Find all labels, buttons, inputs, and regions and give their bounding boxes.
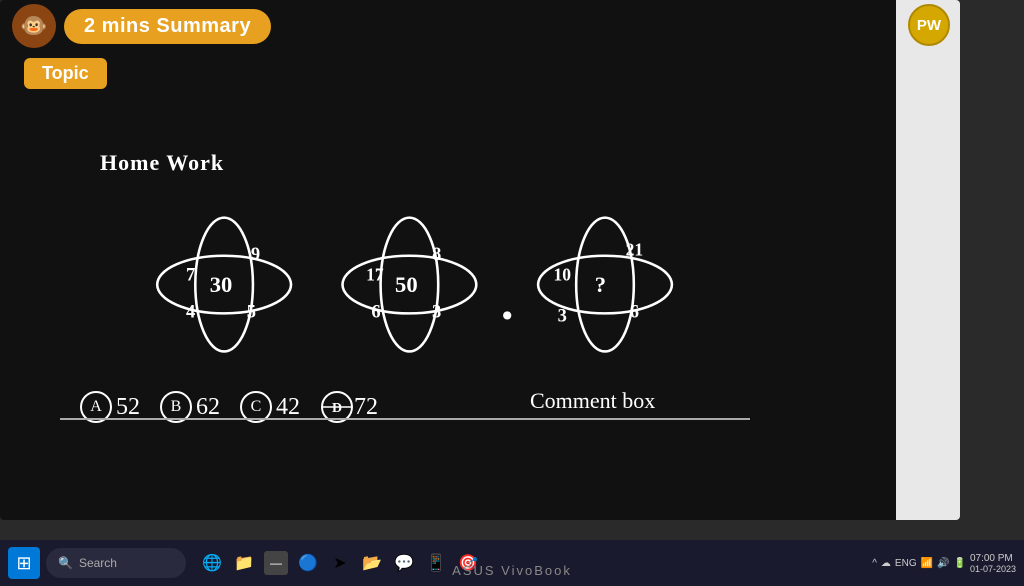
- svg-text:9: 9: [251, 244, 260, 265]
- taskbar-pinned-icons: 🌐 📁 — 🔵 ➤ 📂 💬 📱 🎯: [200, 551, 480, 575]
- svg-text:50: 50: [395, 272, 418, 297]
- svg-text:10: 10: [554, 264, 572, 284]
- taskbar-icon-files[interactable]: 📂: [360, 551, 384, 575]
- tray-lang: ENG: [895, 558, 917, 569]
- laptop-brand: ASUS VivoBook: [452, 563, 572, 578]
- svg-text:17: 17: [366, 264, 384, 284]
- svg-text:?: ?: [595, 272, 606, 297]
- taskbar-icon-folder[interactable]: 📁: [232, 551, 256, 575]
- tray-battery: 🔋: [954, 558, 966, 569]
- svg-text:D: D: [332, 401, 342, 416]
- taskbar-search[interactable]: 🔍 Search: [46, 548, 186, 578]
- taskbar-icon-edge[interactable]: 🌐: [200, 551, 224, 575]
- laptop-shell: 🐵 2 mins Summary PW Topic Home Work 7: [0, 0, 1024, 586]
- tray-chevron[interactable]: ^: [872, 558, 877, 569]
- comment-box-label: Comment box: [530, 388, 655, 414]
- taskbar-icon-arrow[interactable]: ➤: [328, 551, 352, 575]
- content-area: Home Work 7 9 30 4 5: [0, 90, 960, 520]
- answer-c-value: 42: [276, 394, 300, 421]
- tray-volume: 🔊: [937, 558, 949, 569]
- start-button[interactable]: ⊞: [8, 547, 40, 579]
- avatar: 🐵: [12, 4, 56, 48]
- bottom-line-1: [60, 418, 610, 420]
- clock: 07:00 PM 01-07-2023: [970, 553, 1016, 574]
- tray-area: ^ ☁ ENG 📶 🔊 🔋 07:00 PM 01-07-2023: [872, 553, 1016, 574]
- time: 07:00 PM: [970, 553, 1016, 564]
- bottom-line-2: [530, 418, 750, 420]
- screen: 🐵 2 mins Summary PW Topic Home Work 7: [0, 0, 960, 520]
- topic-badge[interactable]: Topic: [24, 58, 107, 89]
- date: 01-07-2023: [970, 564, 1016, 574]
- search-label: Search: [79, 556, 117, 570]
- tray-cloud: ☁: [881, 558, 891, 569]
- answer-d-value: 72: [354, 394, 378, 421]
- pw-logo: PW: [908, 4, 950, 46]
- svg-text:5: 5: [247, 302, 256, 323]
- svg-text:30: 30: [210, 272, 233, 297]
- svg-text:7: 7: [186, 264, 195, 285]
- svg-text:21: 21: [626, 240, 644, 260]
- answer-b-value: 62: [196, 394, 220, 421]
- knot2: 17 8 50 6 3: [343, 218, 477, 352]
- taskbar-icon-chrome[interactable]: 🔵: [296, 551, 320, 575]
- answer-a-value: 52: [116, 394, 140, 421]
- knot3: 10 21 ? 3 6: [538, 218, 672, 352]
- svg-text:8: 8: [432, 244, 441, 265]
- taskbar-icon-minus[interactable]: —: [264, 551, 288, 575]
- svg-text:4: 4: [186, 302, 195, 323]
- knot1: 7 9 30 4 5: [157, 218, 291, 352]
- taskbar-icon-whatsapp[interactable]: 📱: [424, 551, 448, 575]
- title-badge: 2 mins Summary: [64, 9, 271, 44]
- svg-text:3: 3: [432, 302, 441, 323]
- taskbar-right: ^ ☁ ENG 📶 🔊 🔋 07:00 PM 01-07-2023: [872, 553, 1016, 574]
- taskbar-icon-msg[interactable]: 💬: [392, 551, 416, 575]
- svg-text:6: 6: [630, 302, 639, 323]
- svg-text:6: 6: [371, 302, 380, 323]
- svg-text:3: 3: [558, 306, 567, 327]
- header: 🐵 2 mins Summary PW: [0, 0, 960, 52]
- search-icon: 🔍: [58, 556, 73, 570]
- tray-wifi: 📶: [921, 558, 933, 569]
